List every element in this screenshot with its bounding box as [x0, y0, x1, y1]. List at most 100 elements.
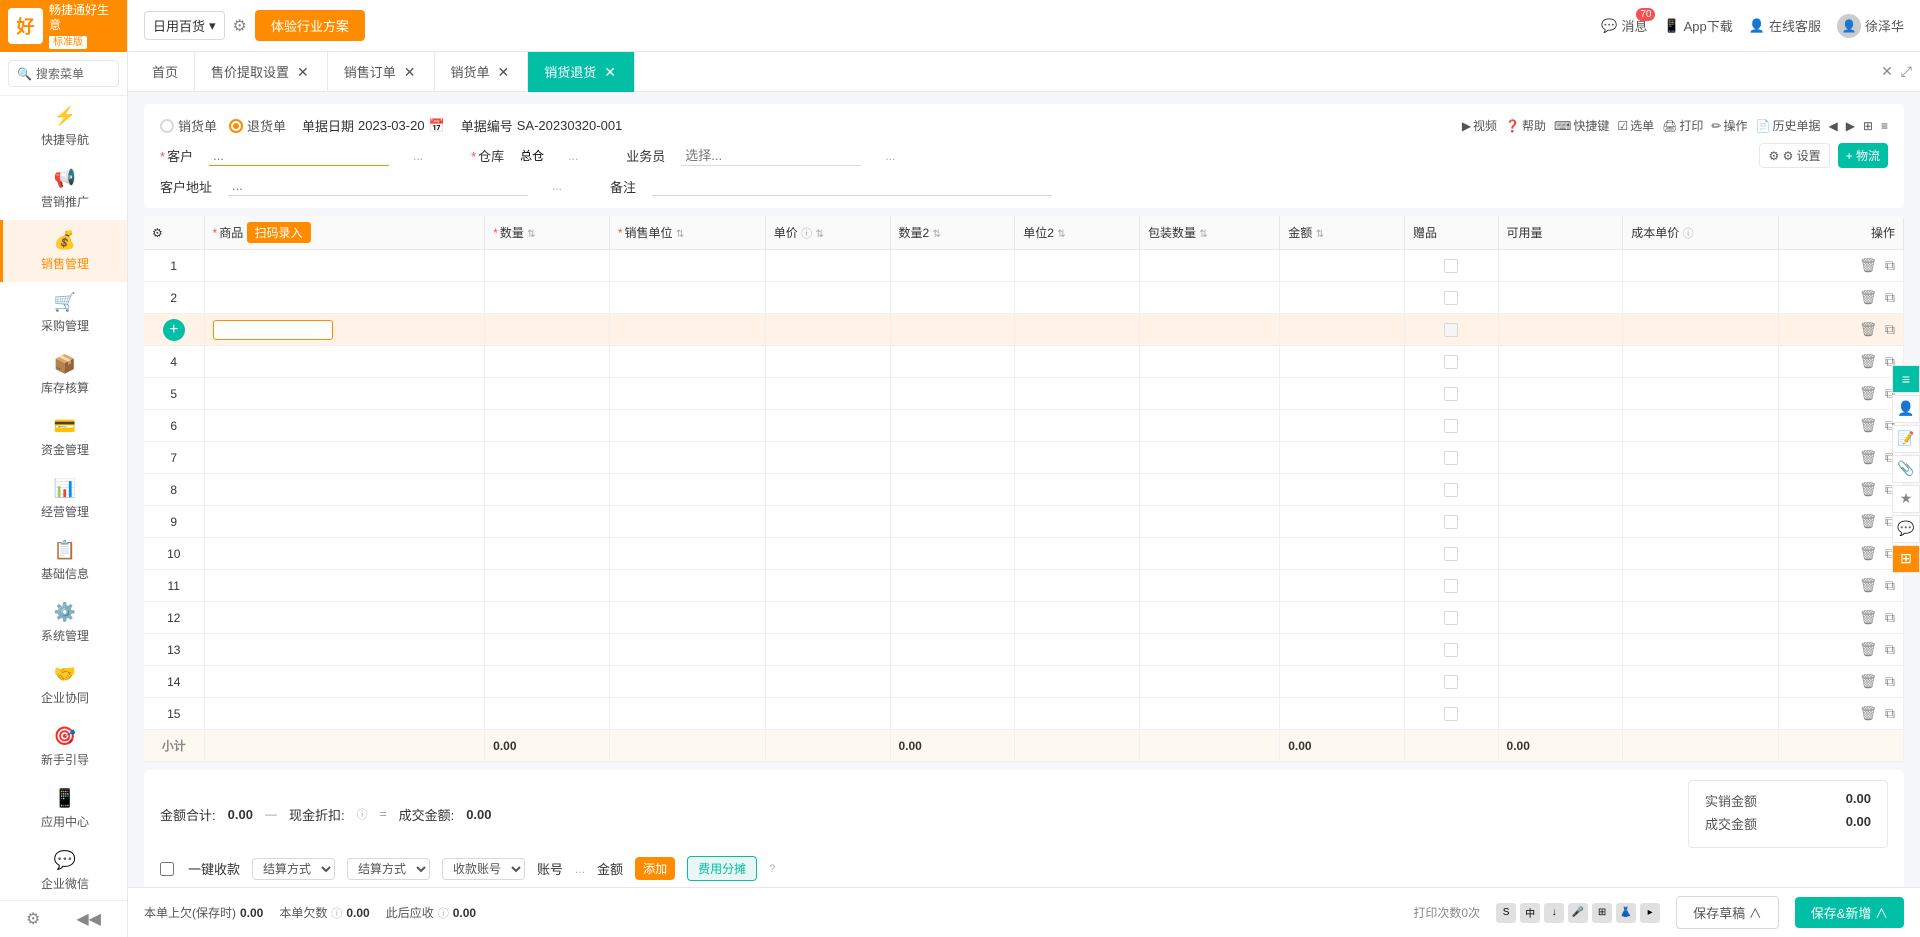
unit2-cell[interactable] [1015, 346, 1140, 378]
unit-price-cell[interactable] [765, 666, 890, 698]
user-menu[interactable]: 👤 徐泽华 [1837, 14, 1904, 38]
pkg-qty-cell[interactable] [1139, 570, 1279, 602]
unit-price-cell[interactable] [765, 250, 890, 282]
unit2-cell[interactable] [1015, 250, 1140, 282]
product-cell[interactable] [204, 442, 485, 474]
sale-unit-cell[interactable] [609, 634, 765, 666]
amount-cell[interactable] [1280, 346, 1405, 378]
unit2-cell[interactable] [1015, 410, 1140, 442]
sale-unit-cell[interactable] [609, 666, 765, 698]
product-cell-active[interactable] [204, 314, 485, 346]
sale-unit-cell[interactable] [609, 346, 765, 378]
delete-row-button[interactable]: 🗑 [1859, 353, 1877, 370]
tab-sale-delivery[interactable]: 销货单 ✕ [435, 52, 529, 92]
copy-row-button[interactable]: ⧉ [1885, 673, 1895, 690]
gift-checkbox[interactable] [1444, 291, 1458, 305]
gift-checkbox[interactable] [1444, 643, 1458, 657]
operate-btn[interactable]: ✏ 操作 [1711, 117, 1747, 134]
pkg-qty-cell[interactable] [1139, 250, 1279, 282]
avail-cell[interactable] [1498, 346, 1623, 378]
staff-input[interactable] [681, 146, 861, 166]
help-btn[interactable]: ❓ 帮助 [1505, 117, 1546, 134]
avail-cell[interactable] [1498, 474, 1623, 506]
delete-row-button[interactable]: 🗑 [1859, 257, 1877, 274]
sale-unit-cell[interactable] [609, 282, 765, 314]
sale-unit-cell[interactable] [609, 250, 765, 282]
product-cell[interactable] [204, 282, 485, 314]
sidebar-item-system[interactable]: ⚙️ 系统管理 [0, 592, 127, 654]
avail-cell[interactable] [1498, 570, 1623, 602]
right-btn-4[interactable]: 📎 [1892, 455, 1920, 483]
unit2-cell[interactable] [1015, 666, 1140, 698]
tab-sale-price[interactable]: 售价提取设置 ✕ [195, 52, 328, 92]
unit-price-cell[interactable] [765, 506, 890, 538]
tab-sale-return[interactable]: 销货退货 ✕ [528, 52, 635, 92]
gift-checkbox[interactable] [1444, 579, 1458, 593]
tab-sale-order-close[interactable]: ✕ [402, 65, 418, 79]
amount-cell[interactable] [1280, 506, 1405, 538]
sale-unit-cell[interactable] [609, 602, 765, 634]
delete-row-button[interactable]: 🗑 [1859, 513, 1877, 530]
cost-unit-cell[interactable] [1623, 410, 1779, 442]
unit-price-cell[interactable] [765, 602, 890, 634]
unit-price-cell[interactable] [765, 442, 890, 474]
product-input-active[interactable] [213, 320, 333, 340]
pkg-qty-cell[interactable] [1139, 602, 1279, 634]
unit2-cell[interactable] [1015, 442, 1140, 474]
copy-row-button[interactable]: ⧉ [1885, 289, 1895, 306]
tab-expand-btn[interactable]: ⤢ [1901, 63, 1912, 80]
unit2-sort-icon[interactable]: ⇅ [1057, 229, 1065, 240]
qty-cell[interactable] [485, 282, 610, 314]
pkg-qty-cell[interactable] [1139, 314, 1279, 346]
video-btn[interactable]: ▶ 视频 [1462, 117, 1497, 134]
pkg-qty-sort-icon[interactable]: ⇅ [1199, 229, 1207, 240]
cost-unit-cell[interactable] [1623, 474, 1779, 506]
sale-unit-cell[interactable] [609, 506, 765, 538]
sale-unit-cell[interactable] [609, 570, 765, 602]
unit2-cell[interactable] [1015, 314, 1140, 346]
unit2-cell[interactable] [1015, 538, 1140, 570]
product-cell[interactable] [204, 570, 485, 602]
qty-cell[interactable] [485, 314, 610, 346]
delete-row-button[interactable]: 🗑 [1859, 321, 1877, 338]
copy-row-button[interactable]: ⧉ [1885, 257, 1895, 274]
sidebar-item-apps[interactable]: 📱 应用中心 [0, 778, 127, 840]
gift-checkbox[interactable] [1444, 611, 1458, 625]
gift-checkbox[interactable] [1444, 259, 1458, 273]
qty-cell[interactable] [485, 698, 610, 730]
save-new-button[interactable]: 保存&新增 ∧ [1795, 897, 1904, 928]
pkg-qty-cell[interactable] [1139, 634, 1279, 666]
cost-unit-cell[interactable] [1623, 250, 1779, 282]
pkg-qty-cell[interactable] [1139, 410, 1279, 442]
unit-price-cell[interactable] [765, 634, 890, 666]
qty-cell[interactable] [485, 602, 610, 634]
avail-cell[interactable] [1498, 506, 1623, 538]
sidebar-item-basics[interactable]: 📋 基础信息 [0, 530, 127, 592]
gift-checkbox[interactable] [1444, 323, 1458, 337]
fee-split-button[interactable]: 费用分摊 [687, 856, 757, 881]
sale-unit-cell[interactable] [609, 410, 765, 442]
qty-cell[interactable] [485, 346, 610, 378]
calendar-icon[interactable]: 📅 [429, 118, 445, 134]
cost-unit-cell[interactable] [1623, 570, 1779, 602]
cost-unit-cell[interactable] [1623, 314, 1779, 346]
product-cell[interactable] [204, 410, 485, 442]
topbar-gear-icon[interactable]: ⚙ [233, 16, 247, 36]
app-download-button[interactable]: 📱 App下载 [1663, 16, 1732, 35]
th-settings[interactable]: ⚙ [144, 216, 204, 250]
unit-price-sort-icon[interactable]: ⇅ [815, 229, 823, 240]
qty2-cell[interactable] [890, 570, 1015, 602]
product-cell[interactable] [204, 346, 485, 378]
amount-cell[interactable] [1280, 698, 1405, 730]
print-btn[interactable]: 🖨 打印 [1662, 117, 1703, 134]
product-cell[interactable] [204, 602, 485, 634]
amount-cell[interactable] [1280, 634, 1405, 666]
unit2-cell[interactable] [1015, 698, 1140, 730]
unit-price-cell[interactable] [765, 698, 890, 730]
delete-row-button[interactable]: 🗑 [1859, 545, 1877, 562]
product-cell[interactable] [204, 378, 485, 410]
amount-cell[interactable] [1280, 666, 1405, 698]
tab-close-all-btn[interactable]: ✕ [1881, 63, 1893, 80]
select-btn[interactable]: ☑ 选单 [1617, 117, 1654, 134]
history-btn[interactable]: 📄 历史单据 [1755, 117, 1820, 134]
